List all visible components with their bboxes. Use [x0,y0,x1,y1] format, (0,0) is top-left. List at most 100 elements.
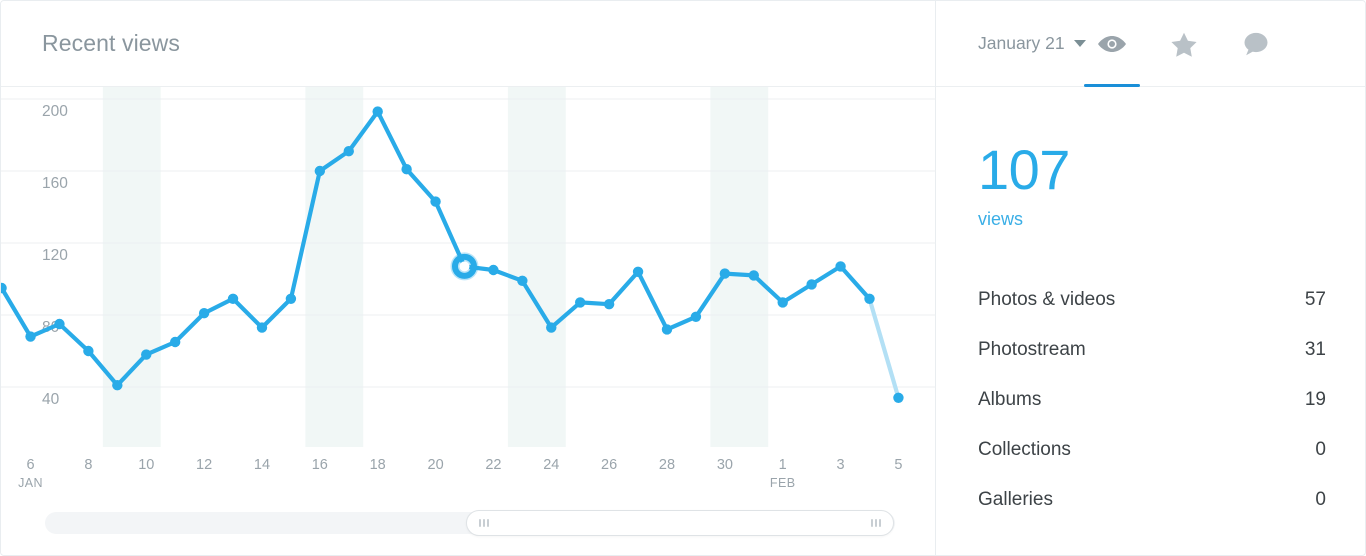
x-axis-day-label: 30 [716,457,733,473]
weekend-band [102,87,161,447]
data-point[interactable] [372,106,383,117]
x-axis-day-label: 16 [311,457,328,473]
data-point[interactable] [430,196,441,207]
stat-label: Collections [978,439,1071,460]
scrollbar-grip-left-icon[interactable] [479,519,489,527]
x-axis-tick: 14 [254,455,270,475]
data-point[interactable] [488,264,499,276]
x-axis-tick: 3 [837,455,845,475]
weekend-band [710,87,769,447]
line-chart-svg[interactable]: 4080120160200 [1,87,936,447]
series-path-partial [867,296,901,400]
data-point[interactable] [198,308,210,319]
stat-value: 57 [1304,289,1326,310]
x-axis-day-label: 10 [138,457,155,473]
chart-plot-area[interactable]: 40 80 120 160 200 [1,87,936,447]
x-axis-day-label: 14 [253,457,271,473]
x-axis-tick: 28 [659,455,675,475]
eye-icon [1098,36,1126,52]
stat-value: 31 [1304,339,1326,360]
x-axis-tick: 26 [601,455,617,475]
x-axis-tick: 10 [138,455,154,475]
x-axis-day-label: 8 [84,457,93,473]
x-axis-tick: 22 [485,455,501,475]
x-axis-tick: 20 [428,455,444,475]
stat-value: 19 [1304,389,1326,410]
views-count: 107 [978,138,1070,201]
stat-row[interactable]: Albums 19 [978,389,1326,439]
tab-faves-underline [1156,84,1212,87]
stat-label: Galleries [978,489,1053,510]
x-axis-month-label: FEB [769,476,796,490]
stat-label: Photostream [978,339,1086,360]
data-point[interactable] [748,270,759,281]
stat-row[interactable]: Galleries 0 [978,489,1326,539]
x-axis-day-label: 22 [485,457,502,473]
tab-views-underline [1084,84,1140,87]
data-point[interactable] [864,293,875,304]
tab-faves[interactable] [1148,1,1220,87]
x-axis-day-label: 12 [196,457,213,473]
x-axis-day-label: 5 [894,457,903,473]
y-axis-labels: 4080120160200 [42,103,68,408]
data-point[interactable] [83,345,94,357]
data-point[interactable] [806,279,817,290]
x-axis-day-label: 3 [836,457,845,473]
stats-breakdown-list: Photos & videos 57 Photostream 31 Albums 19 Co… [978,289,1326,539]
x-axis-day-label: 1 [778,457,787,473]
data-point[interactable] [893,392,904,403]
data-point[interactable] [54,318,65,330]
x-axis-tick: 5 [894,455,902,475]
data-point[interactable] [227,293,239,304]
x-axis-day-label: 20 [427,457,444,473]
stat-row[interactable]: Photos & videos 57 [978,289,1326,339]
page-title: Recent views [42,30,180,56]
data-point[interactable] [661,324,673,335]
views-label: views [978,209,1024,229]
data-point[interactable] [169,336,181,348]
x-axis-day-label: 28 [658,457,676,473]
data-point[interactable] [141,349,152,360]
data-point[interactable] [25,331,36,342]
selected-point-marker[interactable] [450,252,479,281]
data-point[interactable] [777,297,788,308]
weekend-bands [102,87,769,447]
x-axis-tick: 6 JAN [18,455,43,491]
stat-row[interactable]: Photostream 31 [978,339,1326,389]
scrollbar-thumb[interactable] [466,510,894,536]
stats-panel: January 21 107 views Photos & videos 57 … [936,1,1365,555]
data-point[interactable] [546,322,557,333]
data-point[interactable] [112,380,123,391]
scrollbar-grip-right-icon[interactable] [871,519,881,527]
stat-row[interactable]: Collections 0 [978,439,1326,489]
data-point[interactable] [835,261,846,272]
x-axis-day-label: 18 [369,457,386,473]
data-point[interactable] [256,322,268,333]
stat-value: 0 [1315,489,1326,510]
data-point[interactable] [719,268,731,279]
data-point[interactable] [690,311,702,322]
comment-icon [1244,32,1268,56]
tab-comments-underline [1228,84,1284,87]
x-axis-tick: 1 FEB [770,455,796,491]
y-axis-tick-label: 120 [42,247,68,264]
metric-tabs [1076,1,1292,87]
views-summary: 107 views [978,141,1070,230]
data-point[interactable] [343,146,354,157]
data-point[interactable] [401,164,412,175]
data-point[interactable] [517,275,528,286]
x-axis-tick: 24 [543,455,559,475]
chart-panel: Recent views 40 80 120 160 200 6 JAN 8 10 12 14 16… [1,1,936,555]
data-point[interactable] [575,297,586,308]
x-axis-tick: 30 [717,455,733,475]
stats-header: January 21 [936,1,1365,87]
tab-views[interactable] [1076,1,1148,87]
date-picker-dropdown[interactable]: January 21 [978,33,1086,54]
x-axis: 6 JAN 8 10 12 14 16 18 20 22 24 26 28 30 1 FEB 3 5 [1,447,936,499]
data-point[interactable] [603,299,615,310]
tab-comments[interactable] [1220,1,1292,87]
data-point[interactable] [285,293,297,304]
data-point[interactable] [632,266,644,277]
y-axis-tick-label: 40 [42,391,60,408]
data-point[interactable] [314,165,326,177]
